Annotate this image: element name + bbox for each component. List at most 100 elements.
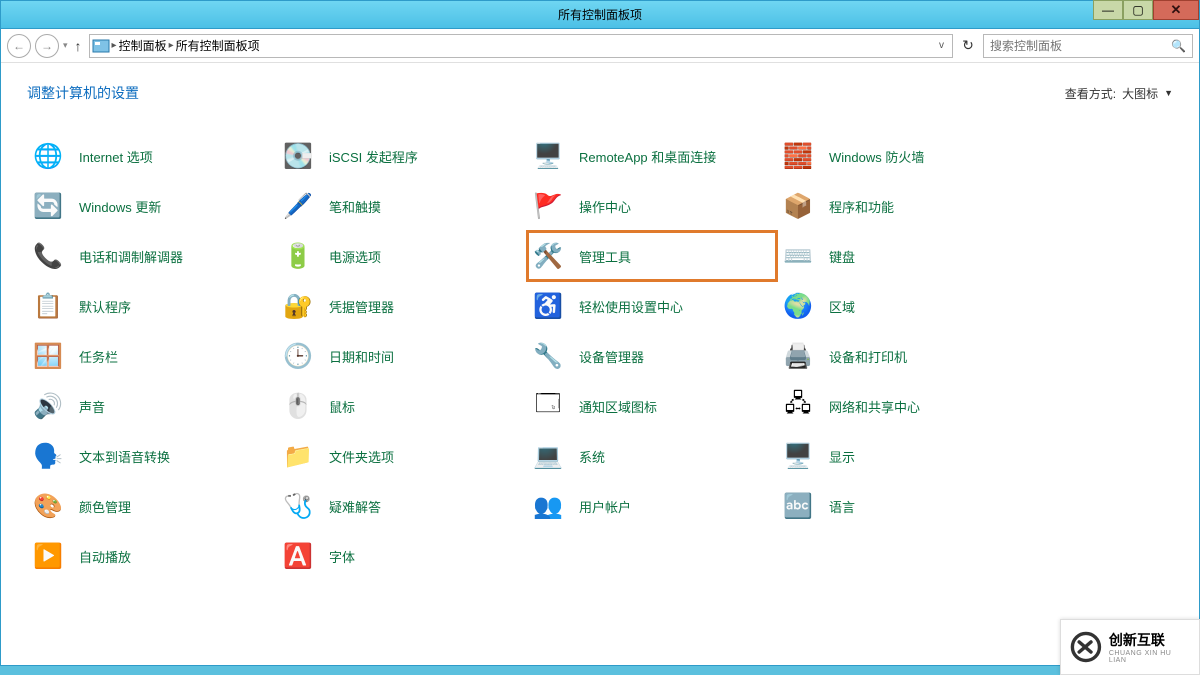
system-icon: 💻 (531, 439, 565, 473)
item-label: Windows 防火墙 (829, 147, 924, 166)
address-bar[interactable]: ▸ 控制面板 ▸ 所有控制面板项 v (89, 34, 953, 58)
cp-item-action-center[interactable]: 🚩操作中心 (527, 181, 777, 231)
cp-item-credential-manager[interactable]: 🔐凭据管理器 (277, 281, 527, 331)
close-button[interactable]: ✕ (1153, 0, 1199, 20)
history-dropdown[interactable]: ▾ (63, 40, 68, 51)
cp-item-notification-icons[interactable]: 🗔 通知区域图标 (527, 381, 777, 431)
cp-item-ease-of-access[interactable]: ♿轻松使用设置中心 (527, 281, 777, 331)
cp-item-text-to-speech[interactable]: 🗣️文本到语音转换 (27, 431, 277, 481)
cp-item-device-manager[interactable]: 🔧设备管理器 (527, 331, 777, 381)
cp-item-phone-modem[interactable]: 📞 电话和调制解调器 (27, 231, 277, 281)
user-accounts-icon: 👥 (531, 489, 565, 523)
cp-item-admin-tools[interactable]: 🛠️ 管理工具 (527, 231, 777, 281)
item-label: 任务栏 (79, 347, 118, 366)
troubleshooting-icon: 🩺 (281, 489, 315, 523)
control-panel-window: 所有控制面板项 — ▢ ✕ ← → ▾ ↑ ▸ 控制面板 ▸ 所有控制面板项 v… (0, 0, 1200, 666)
cp-item-firewall[interactable]: 🧱 Windows 防火墙 (777, 131, 1027, 181)
item-label: 通知区域图标 (579, 397, 657, 416)
power-options-icon: 🔋 (281, 239, 315, 273)
color-management-icon: 🎨 (31, 489, 65, 523)
item-label: iSCSI 发起程序 (329, 147, 418, 166)
phone-modem-icon: 📞 (31, 239, 65, 273)
firewall-icon: 🧱 (781, 139, 815, 173)
item-label: 用户帐户 (579, 497, 631, 516)
cp-item-iscsi-initiator[interactable]: 💽iSCSI 发起程序 (277, 131, 527, 181)
window-controls: — ▢ ✕ (1093, 0, 1199, 20)
folder-options-icon: 📁 (281, 439, 315, 473)
cp-item-keyboard[interactable]: ⌨️键盘 (777, 231, 1027, 281)
cp-item-mouse[interactable]: 🖱️鼠标 (277, 381, 527, 431)
admin-tools-icon: 🛠️ (531, 239, 565, 273)
forward-button[interactable]: → (35, 34, 59, 58)
item-label: 颜色管理 (79, 497, 131, 516)
cp-item-default-programs[interactable]: 📋 默认程序 (27, 281, 277, 331)
maximize-button[interactable]: ▢ (1123, 0, 1153, 20)
default-programs-icon: 📋 (31, 289, 65, 323)
item-label: 电话和调制解调器 (79, 247, 183, 266)
sound-icon: 🔊 (31, 389, 65, 423)
content-area: 调整计算机的设置 查看方式: 大图标 ▼ 🌐Internet 选项💽iSCSI … (1, 63, 1199, 665)
item-label: 系统 (579, 447, 605, 466)
control-panel-icon (92, 38, 110, 54)
cp-item-programs-features[interactable]: 📦程序和功能 (777, 181, 1027, 231)
cp-item-internet-options[interactable]: 🌐Internet 选项 (27, 131, 277, 181)
item-label: 显示 (829, 447, 855, 466)
watermark: 创新互联 CHUANG XIN HU LIAN (1060, 619, 1200, 675)
cp-item-taskbar[interactable]: 🪟任务栏 (27, 331, 277, 381)
cp-item-network-sharing[interactable]: 🖧网络和共享中心 (777, 381, 1027, 431)
cp-item-fonts[interactable]: 🅰️字体 (277, 531, 527, 581)
cp-item-remoteapp[interactable]: 🖥️ RemoteApp 和桌面连接 (527, 131, 777, 181)
cp-item-autoplay[interactable]: ▶️自动播放 (27, 531, 277, 581)
search-input[interactable] (990, 39, 1171, 53)
item-label: 疑难解答 (329, 497, 381, 516)
item-label: 声音 (79, 397, 105, 416)
cp-item-color-management[interactable]: 🎨 颜色管理 (27, 481, 277, 531)
cp-item-language[interactable]: 🔤 语言 (777, 481, 1027, 531)
cp-item-windows-update[interactable]: 🔄Windows 更新 (27, 181, 277, 231)
minimize-button[interactable]: — (1093, 0, 1123, 20)
item-label: 设备管理器 (579, 347, 644, 366)
item-label: 默认程序 (79, 297, 131, 316)
cp-item-system[interactable]: 💻 系统 (527, 431, 777, 481)
cp-item-folder-options[interactable]: 📁文件夹选项 (277, 431, 527, 481)
refresh-button[interactable]: ↻ (957, 37, 979, 54)
search-box[interactable]: 🔍 (983, 34, 1193, 58)
remoteapp-icon: 🖥️ (531, 139, 565, 173)
cp-item-display[interactable]: 🖥️显示 (777, 431, 1027, 481)
language-icon: 🔤 (781, 489, 815, 523)
cp-item-pen-touch[interactable]: 🖊️笔和触摸 (277, 181, 527, 231)
item-label: 字体 (329, 547, 355, 566)
keyboard-icon: ⌨️ (781, 239, 815, 273)
item-label: 语言 (829, 497, 855, 516)
item-label: 鼠标 (329, 397, 355, 416)
back-button[interactable]: ← (7, 34, 31, 58)
viewmode-value: 大图标 (1122, 85, 1158, 102)
item-label: 管理工具 (579, 247, 631, 266)
cp-item-sound[interactable]: 🔊 声音 (27, 381, 277, 431)
cp-item-troubleshooting[interactable]: 🩺 疑难解答 (277, 481, 527, 531)
notification-icons-icon: 🗔 (531, 389, 565, 423)
window-title: 所有控制面板项 (1, 6, 1199, 23)
cp-item-region[interactable]: 🌍区域 (777, 281, 1027, 331)
view-mode-selector[interactable]: 查看方式: 大图标 ▼ (1065, 85, 1173, 102)
item-label: 轻松使用设置中心 (579, 297, 683, 316)
item-label: 电源选项 (329, 247, 381, 266)
text-to-speech-icon: 🗣️ (31, 439, 65, 473)
cp-item-date-time[interactable]: 🕒日期和时间 (277, 331, 527, 381)
address-dropdown[interactable]: v (933, 40, 950, 51)
item-label: 操作中心 (579, 197, 631, 216)
item-label: 凭据管理器 (329, 297, 394, 316)
breadcrumb-root[interactable]: 控制面板 (119, 37, 167, 54)
pen-touch-icon: 🖊️ (281, 189, 315, 223)
cp-item-user-accounts[interactable]: 👥 用户帐户 (527, 481, 777, 531)
programs-features-icon: 📦 (781, 189, 815, 223)
cp-item-power-options[interactable]: 🔋 电源选项 (277, 231, 527, 281)
autoplay-icon: ▶️ (31, 539, 65, 573)
search-icon: 🔍 (1171, 39, 1186, 53)
page-heading: 调整计算机的设置 (27, 83, 139, 103)
item-label: RemoteApp 和桌面连接 (579, 147, 716, 166)
breadcrumb-current[interactable]: 所有控制面板项 (176, 37, 260, 54)
up-button[interactable]: ↑ (72, 38, 85, 54)
item-label: 区域 (829, 297, 855, 316)
cp-item-devices-printers[interactable]: 🖨️设备和打印机 (777, 331, 1027, 381)
